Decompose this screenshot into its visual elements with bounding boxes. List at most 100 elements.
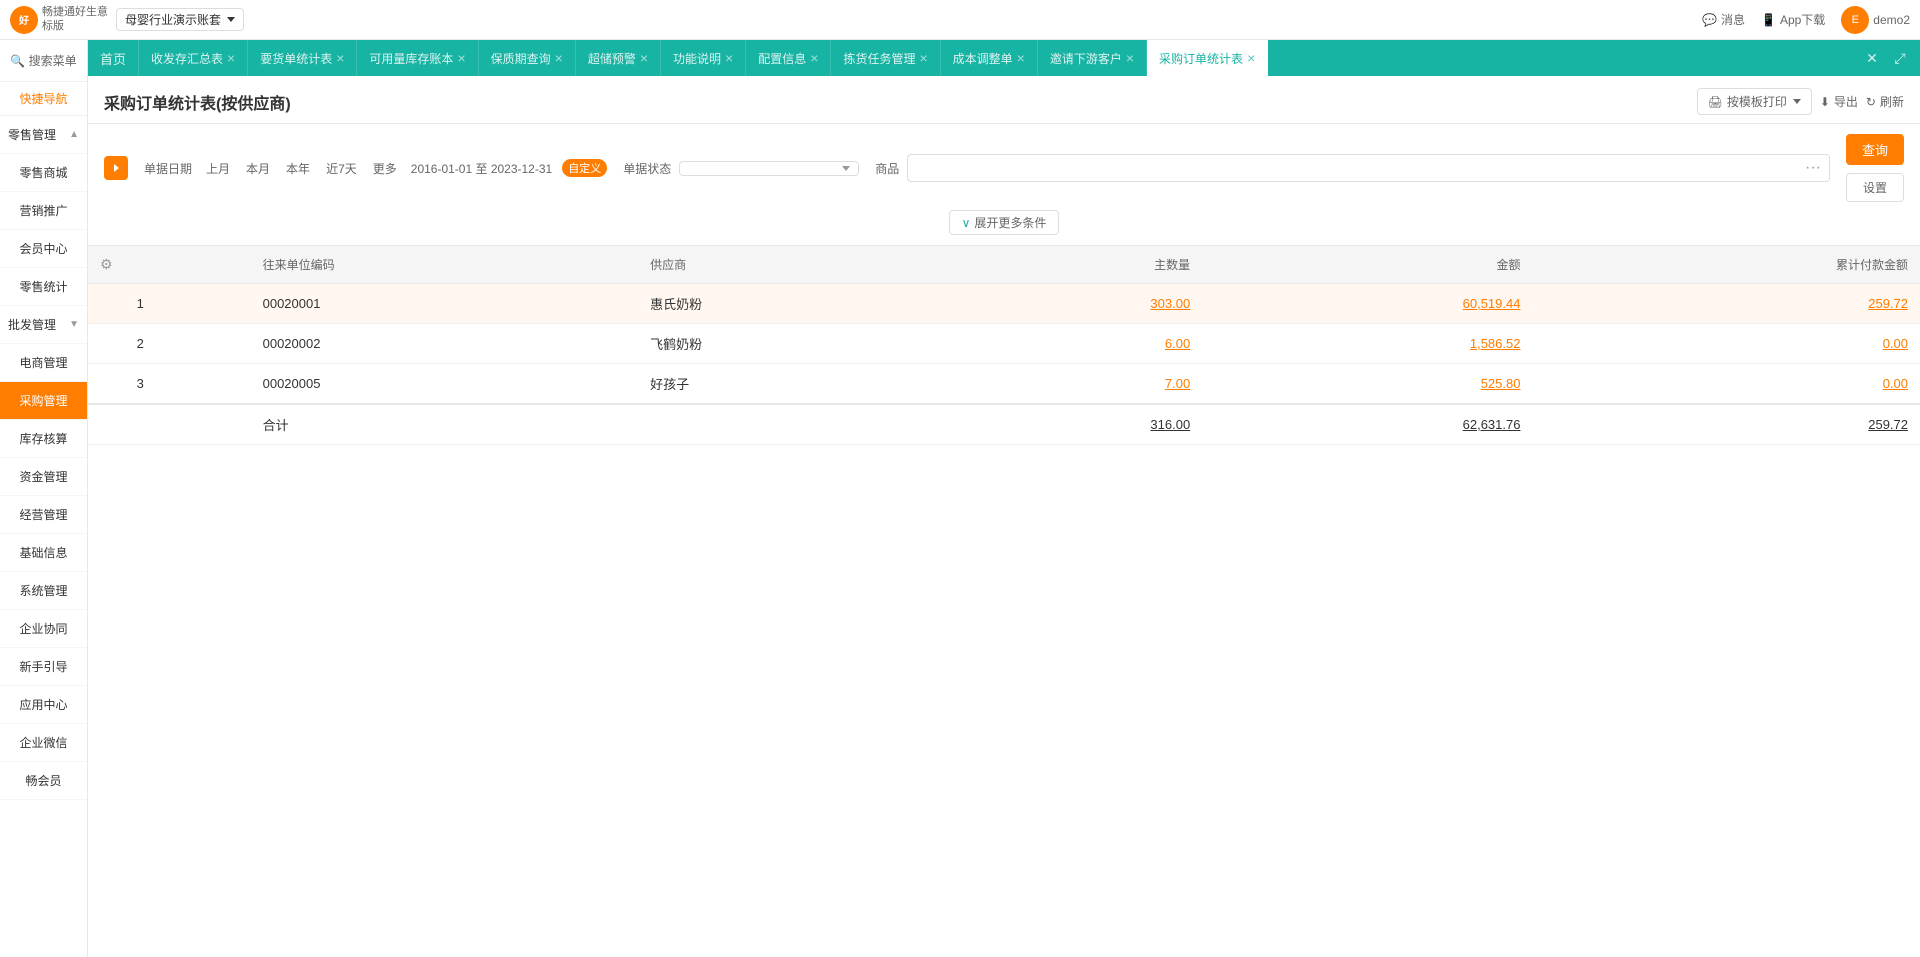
export-button[interactable]: ⬇ 导出 (1820, 93, 1858, 110)
sidebar-item-purchase-mgmt[interactable]: 采购管理 (0, 382, 87, 420)
footer-main-qty: 316.00 (945, 404, 1202, 445)
sidebar-item-ecommerce[interactable]: 电商管理 (0, 344, 87, 382)
user-menu[interactable]: E demo2 (1841, 6, 1910, 34)
chevron-down-icon (227, 17, 235, 22)
date-shortcuts: 上月 本月 本年 近7天 更多 (200, 158, 403, 179)
tab-home[interactable]: 首页 (88, 40, 139, 76)
top-bar: 好 畅捷通好生意 标版 母婴行业演示账套 💬 消息 📱 App下载 E demo… (0, 0, 1920, 40)
quick-nav-button[interactable]: 快捷导航 (0, 82, 87, 116)
main-qty-cell[interactable]: 7.00 (945, 364, 1202, 405)
shortcut-this-month[interactable]: 本月 (240, 158, 276, 179)
tab-purchase-stats[interactable]: 采购订单统计表 × (1147, 40, 1268, 76)
shortcut-7days[interactable]: 近7天 (320, 158, 363, 179)
tab-invite-customer[interactable]: 邀请下游客户 × (1038, 40, 1147, 76)
sidebar-search-area: 🔍 搜索菜单 (0, 40, 87, 82)
close-icon[interactable]: × (1017, 51, 1025, 65)
sidebar-item-vip[interactable]: 畅会员 (0, 762, 87, 800)
maximize-window-button[interactable]: ⤢ (1888, 46, 1912, 70)
sidebar-item-sys-mgmt[interactable]: 系统管理 (0, 572, 87, 610)
tab-collect-send[interactable]: 收发存汇总表 × (139, 40, 248, 76)
tab-order-stats[interactable]: 要货单统计表 × (248, 40, 357, 76)
sidebar-item-app-center[interactable]: 应用中心 (0, 686, 87, 724)
table-row: 3 00020005 好孩子 7.00 525.80 0.00 (88, 364, 1920, 405)
supplier-name-cell: 惠氏奶粉 (638, 284, 945, 324)
goods-select[interactable]: ··· (907, 154, 1830, 182)
refresh-button[interactable]: ↻ 刷新 (1866, 93, 1904, 110)
close-icon[interactable]: × (336, 51, 344, 65)
main-layout: 🔍 搜索菜单 快捷导航 零售管理 ▲ 零售商城 营销推广 会员中心 零售统计 批… (0, 40, 1920, 957)
close-icon[interactable]: × (810, 51, 818, 65)
nav-tab-bar: 首页 收发存汇总表 × 要货单统计表 × 可用量库存账本 × 保质期查询 × 超… (88, 40, 1920, 76)
shortcut-more[interactable]: 更多 (367, 158, 403, 179)
search-menu-button[interactable]: 🔍 搜索菜单 (6, 48, 81, 73)
sidebar-item-enterprise-wechat[interactable]: 企业微信 (0, 724, 87, 762)
table-row: 1 00020001 惠氏奶粉 303.00 60,519.44 259.72 (88, 284, 1920, 324)
close-icon[interactable]: × (725, 51, 733, 65)
sidebar-item-operations[interactable]: 经营管理 (0, 496, 87, 534)
sidebar-item-retail-shop[interactable]: 零售商城 (0, 154, 87, 192)
sidebar-item-retail-stats[interactable]: 零售统计 (0, 268, 87, 306)
sidebar-item-wholesale-mgmt[interactable]: 批发管理 ▼ (0, 306, 87, 344)
amount-cell[interactable]: 60,519.44 (1202, 284, 1532, 324)
paid-amount-cell[interactable]: 0.00 (1532, 364, 1920, 405)
paid-amount-cell[interactable]: 0.00 (1532, 324, 1920, 364)
column-settings-icon[interactable]: ⚙ (100, 256, 113, 272)
shortcut-last-month[interactable]: 上月 (200, 158, 236, 179)
tab-pick-task[interactable]: 拣货任务管理 × (831, 40, 940, 76)
expand-icon: ∨ (962, 216, 971, 230)
sidebar-item-member-center[interactable]: 会员中心 (0, 230, 87, 268)
shortcut-this-year[interactable]: 本年 (280, 158, 316, 179)
close-icon[interactable]: × (919, 51, 927, 65)
amount-cell[interactable]: 1,586.52 (1202, 324, 1532, 364)
paid-amount-cell[interactable]: 259.72 (1532, 284, 1920, 324)
amount-cell[interactable]: 525.80 (1202, 364, 1532, 405)
page-title: 采购订单统计表(按供应商) (104, 90, 291, 114)
sidebar-item-finance[interactable]: 资金管理 (0, 458, 87, 496)
sidebar-item-retail-mgmt[interactable]: 零售管理 ▲ (0, 116, 87, 154)
footer-label-cell: 合计 (251, 404, 945, 445)
print-button[interactable]: 🖨 按模板打印 (1697, 88, 1812, 115)
tab-overflow-warning[interactable]: 超储预警 × (576, 40, 661, 76)
message-button[interactable]: 💬 消息 (1702, 11, 1745, 28)
close-icon[interactable]: × (457, 51, 465, 65)
close-icon[interactable]: × (227, 51, 235, 65)
export-icon: ⬇ (1820, 95, 1830, 109)
row-settings (88, 364, 125, 405)
sidebar: 🔍 搜索菜单 快捷导航 零售管理 ▲ 零售商城 营销推广 会员中心 零售统计 批… (0, 40, 88, 957)
filter-toggle-button[interactable] (104, 156, 128, 180)
expand-more-button[interactable]: ∨ 展开更多条件 (949, 210, 1060, 235)
app-download-button[interactable]: 📱 App下载 (1761, 11, 1825, 28)
filter-status-group: 单据状态 (623, 160, 859, 177)
footer-paid-amount: 259.72 (1532, 404, 1920, 445)
refresh-icon: ↻ (1866, 95, 1876, 109)
expand-more-area: ∨ 展开更多条件 (104, 210, 1904, 235)
table-row: 2 00020002 飞鹤奶粉 6.00 1,586.52 0.00 (88, 324, 1920, 364)
close-icon[interactable]: × (1126, 51, 1134, 65)
workspace-selector[interactable]: 母婴行业演示账套 (116, 8, 244, 31)
main-qty-cell[interactable]: 303.00 (945, 284, 1202, 324)
sidebar-item-basic-info[interactable]: 基础信息 (0, 534, 87, 572)
amount-col-header: 金额 (1202, 246, 1532, 284)
tab-config-info[interactable]: 配置信息 × (746, 40, 831, 76)
close-icon[interactable]: × (1247, 51, 1255, 65)
query-button[interactable]: 查询 (1846, 134, 1904, 165)
tab-cost-adjust[interactable]: 成本调整单 × (941, 40, 1038, 76)
tab-warranty[interactable]: 保质期查询 × (479, 40, 576, 76)
close-window-button[interactable]: ✕ (1860, 46, 1884, 70)
status-select[interactable] (679, 161, 859, 176)
filter-goods-group: 商品 ··· (875, 154, 1830, 182)
sidebar-item-marketing[interactable]: 营销推广 (0, 192, 87, 230)
chevron-down-icon (842, 166, 850, 171)
close-icon[interactable]: × (640, 51, 648, 65)
close-icon[interactable]: × (555, 51, 563, 65)
sidebar-item-inventory[interactable]: 库存核算 (0, 420, 87, 458)
settings-button[interactable]: 设置 (1846, 173, 1904, 202)
sidebar-item-enterprise-collab[interactable]: 企业协同 (0, 610, 87, 648)
sidebar-item-new-guide[interactable]: 新手引导 (0, 648, 87, 686)
footer-rownum-col (125, 404, 251, 445)
main-qty-cell[interactable]: 6.00 (945, 324, 1202, 364)
right-panel: 首页 收发存汇总表 × 要货单统计表 × 可用量库存账本 × 保质期查询 × 超… (88, 40, 1920, 957)
tab-function-desc[interactable]: 功能说明 × (661, 40, 746, 76)
more-options-icon[interactable]: ··· (1805, 159, 1821, 177)
tab-available-stock[interactable]: 可用量库存账本 × (357, 40, 478, 76)
